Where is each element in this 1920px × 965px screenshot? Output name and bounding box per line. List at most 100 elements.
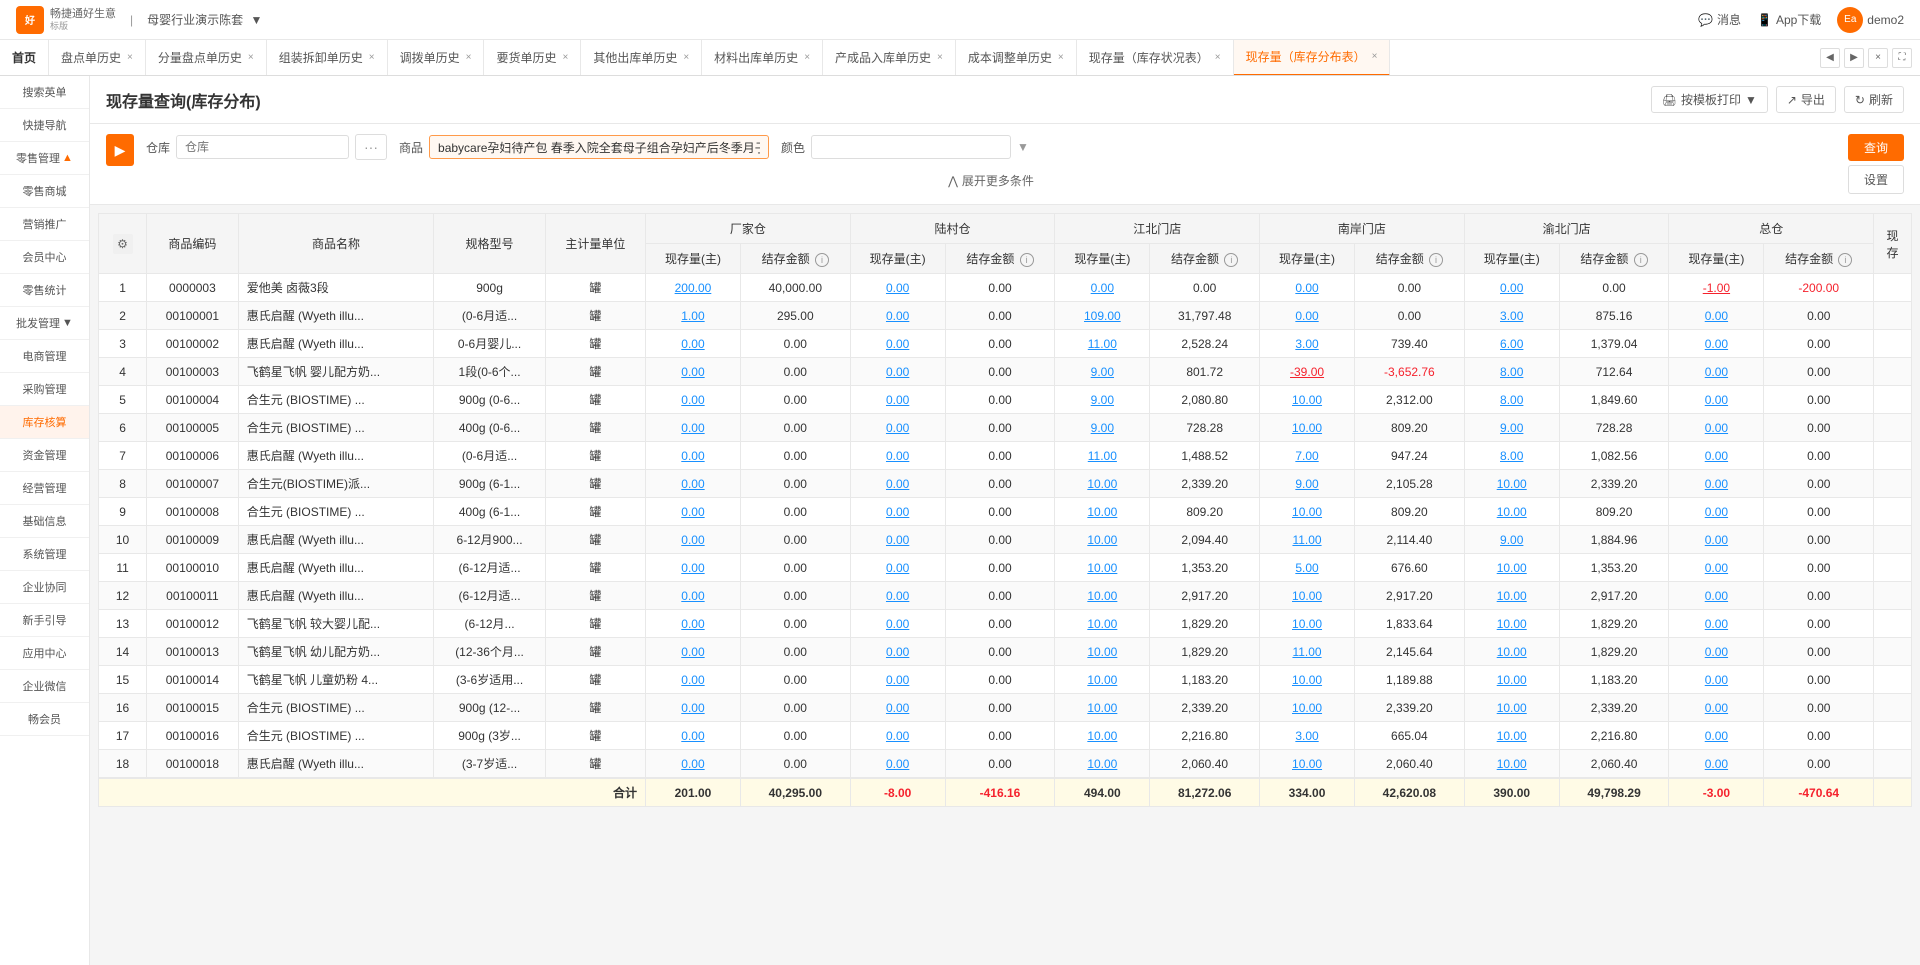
cell-jb-stock[interactable]: 10.00 xyxy=(1055,582,1150,610)
sidebar-item-retail-mgmt[interactable]: 零售管理 ▲ xyxy=(0,142,89,175)
warehouse-input[interactable] xyxy=(176,135,349,159)
tab-close-clchuku[interactable]: × xyxy=(804,52,810,63)
cell-tot-stock[interactable]: 0.00 xyxy=(1669,582,1764,610)
sidebar-item-wechat[interactable]: 企业微信 xyxy=(0,670,89,703)
cell-jb-stock[interactable]: 10.00 xyxy=(1055,554,1150,582)
tab-close-chengbentj[interactable]: × xyxy=(1058,52,1064,63)
tab-close-zuchaixie[interactable]: × xyxy=(369,52,375,63)
cell-yb-stock[interactable]: 10.00 xyxy=(1464,638,1559,666)
info-icon-na[interactable]: i xyxy=(1429,253,1443,267)
cell-fac-stock[interactable]: 0.00 xyxy=(645,638,740,666)
cell-lu-stock[interactable]: 0.00 xyxy=(850,582,945,610)
tab-close-yaohuo[interactable]: × xyxy=(562,52,568,63)
sidebar-item-retail-shop[interactable]: 零售商城 xyxy=(0,175,89,208)
cell-fac-stock[interactable]: 1.00 xyxy=(645,302,740,330)
cell-lu-stock[interactable]: 0.00 xyxy=(850,498,945,526)
sidebar-item-operations[interactable]: 经营管理 xyxy=(0,472,89,505)
cell-na-stock[interactable]: 11.00 xyxy=(1260,638,1355,666)
cell-tot-stock[interactable]: 0.00 xyxy=(1669,330,1764,358)
cell-yb-stock[interactable]: 8.00 xyxy=(1464,442,1559,470)
info-icon-yb[interactable]: i xyxy=(1634,253,1648,267)
cell-fac-stock[interactable]: 0.00 xyxy=(645,470,740,498)
cell-fac-stock[interactable]: 0.00 xyxy=(645,414,740,442)
cell-tot-stock[interactable]: 0.00 xyxy=(1669,498,1764,526)
cell-na-stock[interactable]: 3.00 xyxy=(1260,330,1355,358)
sidebar-item-quicknav[interactable]: 快捷导航 xyxy=(0,109,89,142)
print-btn[interactable]: 🖨 按模板打印 ▼ xyxy=(1651,86,1768,113)
cell-tot-stock[interactable]: 0.00 xyxy=(1669,358,1764,386)
cell-fac-stock[interactable]: 0.00 xyxy=(645,386,740,414)
cell-tot-stock[interactable]: -1.00 xyxy=(1669,274,1764,302)
cell-tot-stock[interactable]: 0.00 xyxy=(1669,638,1764,666)
cell-na-stock[interactable]: 5.00 xyxy=(1260,554,1355,582)
cell-yb-stock[interactable]: 8.00 xyxy=(1464,358,1559,386)
cell-yb-stock[interactable]: 10.00 xyxy=(1464,610,1559,638)
tab-close-xcl2[interactable]: × xyxy=(1372,51,1378,62)
sidebar-item-member[interactable]: 会员中心 xyxy=(0,241,89,274)
sidebar-item-system[interactable]: 系统管理 xyxy=(0,538,89,571)
cell-fac-stock[interactable]: 0.00 xyxy=(645,694,740,722)
cell-fac-stock[interactable]: 0.00 xyxy=(645,582,740,610)
sidebar-item-enterprise[interactable]: 企业协同 xyxy=(0,571,89,604)
cell-na-stock[interactable]: 7.00 xyxy=(1260,442,1355,470)
cell-yb-stock[interactable]: 9.00 xyxy=(1464,526,1559,554)
tab-pandian[interactable]: 盘点单历史 × xyxy=(49,40,146,76)
info-icon-tot[interactable]: i xyxy=(1838,253,1852,267)
cell-jb-stock[interactable]: 9.00 xyxy=(1055,414,1150,442)
cell-yb-stock[interactable]: 10.00 xyxy=(1464,554,1559,582)
cell-jb-stock[interactable]: 109.00 xyxy=(1055,302,1150,330)
sidebar-item-inventory[interactable]: 库存核算 xyxy=(0,406,89,439)
cell-lu-stock[interactable]: 0.00 xyxy=(850,274,945,302)
cell-yb-stock[interactable]: 10.00 xyxy=(1464,666,1559,694)
cell-lu-stock[interactable]: 0.00 xyxy=(850,330,945,358)
cell-jb-stock[interactable]: 10.00 xyxy=(1055,498,1150,526)
settings-btn[interactable]: 设置 xyxy=(1848,165,1904,194)
cell-yb-stock[interactable]: 8.00 xyxy=(1464,386,1559,414)
export-btn[interactable]: ↗ 导出 xyxy=(1776,86,1836,113)
tab-xiancunliang2[interactable]: 现存量（库存分布表） × xyxy=(1234,40,1391,76)
cell-lu-stock[interactable]: 0.00 xyxy=(850,414,945,442)
cell-fac-stock[interactable]: 0.00 xyxy=(645,554,740,582)
cell-na-stock[interactable]: 3.00 xyxy=(1260,722,1355,750)
cell-tot-stock[interactable]: 0.00 xyxy=(1669,414,1764,442)
cell-jb-stock[interactable]: 10.00 xyxy=(1055,722,1150,750)
tab-close-qtchuku[interactable]: × xyxy=(683,52,689,63)
sidebar-item-member2[interactable]: 畅会员 xyxy=(0,703,89,736)
cell-jb-stock[interactable]: 0.00 xyxy=(1055,274,1150,302)
cell-jb-stock[interactable]: 10.00 xyxy=(1055,666,1150,694)
tab-prev-btn[interactable]: ◀ xyxy=(1820,48,1840,68)
cell-lu-stock[interactable]: 0.00 xyxy=(850,554,945,582)
cell-tot-stock[interactable]: 0.00 xyxy=(1669,470,1764,498)
tab-close-all-btn[interactable]: × xyxy=(1868,48,1888,68)
cell-lu-stock[interactable]: 0.00 xyxy=(850,722,945,750)
tab-xiancunliang1[interactable]: 现存量（库存状况表） × xyxy=(1077,40,1234,76)
tab-fenpandian[interactable]: 分量盘点单历史 × xyxy=(146,40,267,76)
cell-jb-stock[interactable]: 9.00 xyxy=(1055,386,1150,414)
cell-tot-stock[interactable]: 0.00 xyxy=(1669,694,1764,722)
cell-jb-stock[interactable]: 9.00 xyxy=(1055,358,1150,386)
tab-chengbentj[interactable]: 成本调整单历史 × xyxy=(956,40,1077,76)
cell-lu-stock[interactable]: 0.00 xyxy=(850,694,945,722)
cell-yb-stock[interactable]: 6.00 xyxy=(1464,330,1559,358)
cell-lu-stock[interactable]: 0.00 xyxy=(850,526,945,554)
cell-tot-stock[interactable]: 0.00 xyxy=(1669,302,1764,330)
cell-na-stock[interactable]: 10.00 xyxy=(1260,750,1355,779)
filter-expand-btn[interactable]: ▶ xyxy=(106,134,134,166)
cell-fac-stock[interactable]: 0.00 xyxy=(645,498,740,526)
cell-fac-stock[interactable]: 0.00 xyxy=(645,330,740,358)
cell-jb-stock[interactable]: 10.00 xyxy=(1055,750,1150,779)
cell-fac-stock[interactable]: 0.00 xyxy=(645,442,740,470)
cell-na-stock[interactable]: 0.00 xyxy=(1260,302,1355,330)
cell-tot-stock[interactable]: 0.00 xyxy=(1669,750,1764,779)
cell-yb-stock[interactable]: 10.00 xyxy=(1464,498,1559,526)
sidebar-item-ecommerce[interactable]: 电商管理 xyxy=(0,340,89,373)
goods-input[interactable] xyxy=(429,135,769,159)
cell-jb-stock[interactable]: 10.00 xyxy=(1055,470,1150,498)
cell-tot-stock[interactable]: 0.00 xyxy=(1669,442,1764,470)
cell-lu-stock[interactable]: 0.00 xyxy=(850,750,945,779)
cell-lu-stock[interactable]: 0.00 xyxy=(850,470,945,498)
cell-yb-stock[interactable]: 10.00 xyxy=(1464,470,1559,498)
tab-yaohuo[interactable]: 要货单历史 × xyxy=(484,40,581,76)
sidebar-item-finance[interactable]: 资金管理 xyxy=(0,439,89,472)
filter-expand-row[interactable]: ⋀ 展开更多条件 xyxy=(146,172,1836,189)
